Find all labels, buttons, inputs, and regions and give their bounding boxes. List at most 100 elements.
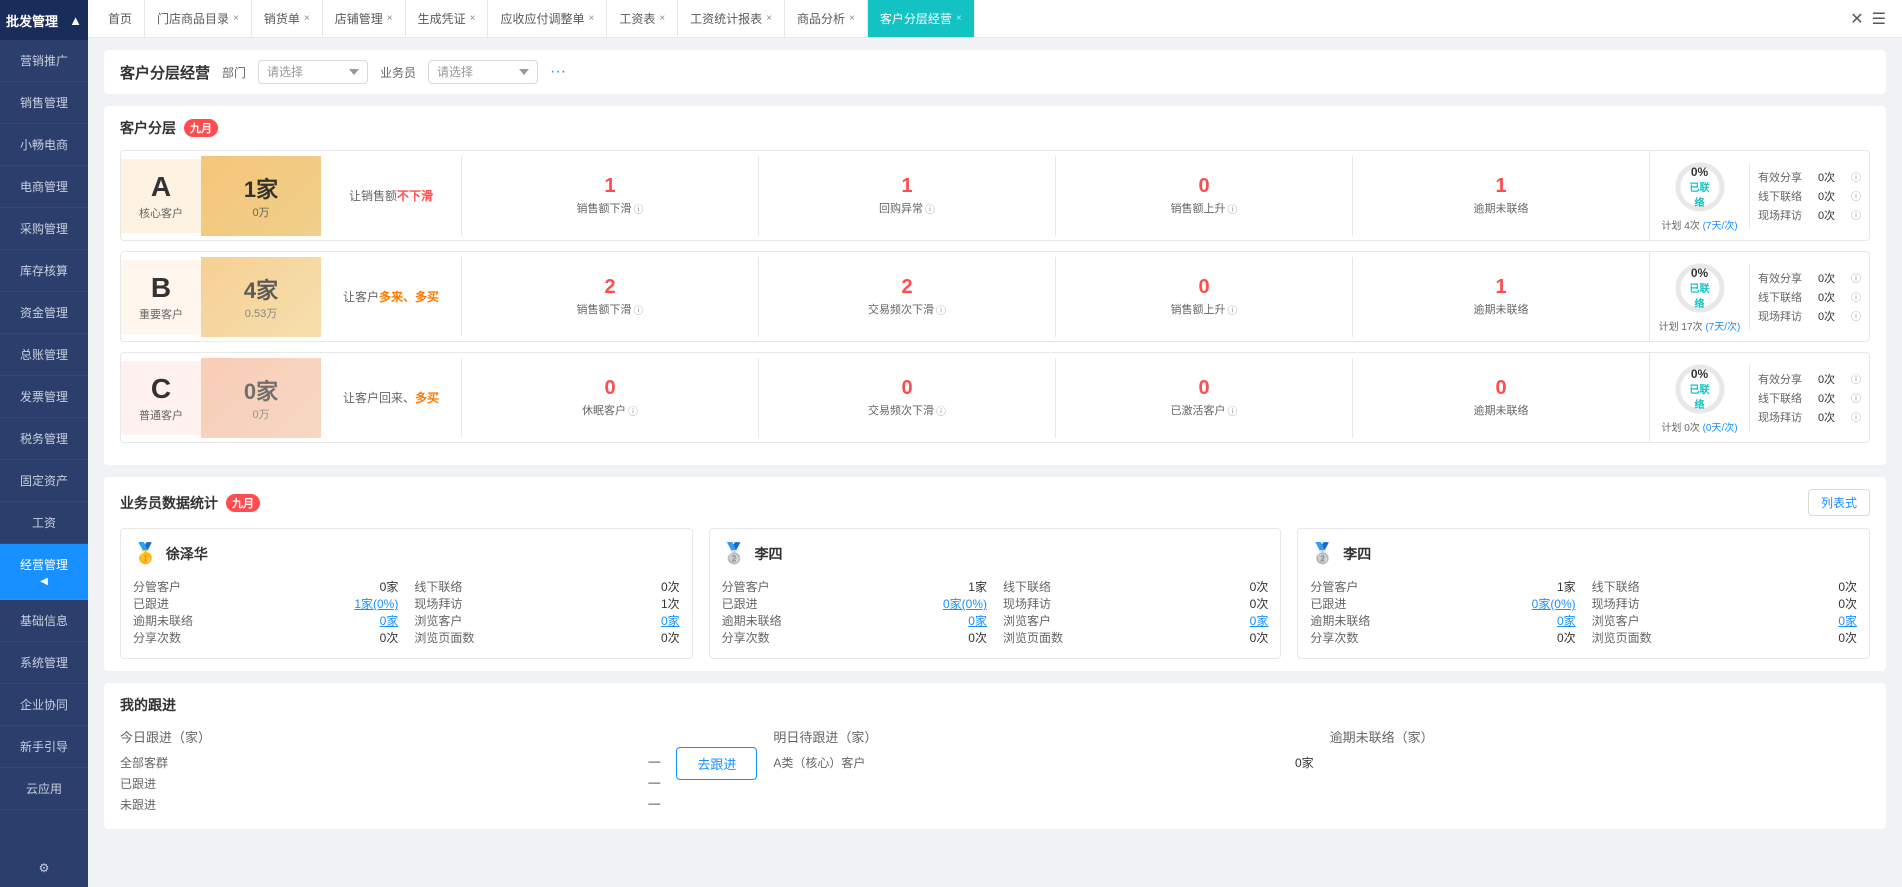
sidebar-logo-text: 批发管理 [6, 11, 58, 30]
sidebar-item-assets[interactable]: 固定资产 [0, 460, 88, 502]
info-icon[interactable]: ⓘ [936, 302, 946, 317]
info-icon[interactable]: ⓘ [1851, 289, 1861, 305]
info-icon[interactable]: ⓘ [1851, 390, 1861, 406]
biz-month-badge: 九月 [226, 494, 260, 512]
tab-store-products[interactable]: 门店商品目录 × [145, 0, 252, 38]
sidebar-item-finance[interactable]: 资金管理 [0, 292, 88, 334]
sidebar-item-invoice[interactable]: 发票管理 [0, 376, 88, 418]
tab-menu-icon[interactable]: ☰ [1872, 9, 1886, 29]
biz-name-2: 李四 [1343, 544, 1371, 564]
info-icon[interactable]: ⓘ [1228, 201, 1238, 216]
sidebar-item-system[interactable]: 系统管理 [0, 642, 88, 684]
sidebar-item-sales[interactable]: 销售管理 [0, 82, 88, 124]
tab-home[interactable]: 首页 [96, 0, 145, 38]
tier-b-stat-1[interactable]: 2 交易频次下滑ⓘ [759, 257, 1056, 337]
followup-row: 未跟进 — [120, 796, 660, 813]
info-icon[interactable]: ⓘ [1228, 403, 1238, 418]
info-icon[interactable]: ⓘ [925, 201, 935, 216]
info-icon[interactable]: ⓘ [936, 403, 946, 418]
biz-cards-grid: 🥇 徐泽华 分管客户 0家 已跟进 1家(0%) [120, 528, 1870, 659]
biz-card-0: 🥇 徐泽华 分管客户 0家 已跟进 1家(0%) [120, 528, 693, 659]
info-icon[interactable]: ⓘ [1228, 302, 1238, 317]
sidebar-item-ecommerce-small[interactable]: 小畅电商 [0, 124, 88, 166]
tier-c-stat-0[interactable]: 0 休眠客户ⓘ [462, 358, 759, 438]
tier-b-circle: 0% 已联络 计划 17次 (7天/次) [1649, 252, 1749, 341]
tab-payroll-report[interactable]: 工资统计报表 × [678, 0, 785, 38]
tab-voucher[interactable]: 生成凭证 × [406, 0, 489, 38]
tier-a-stat-0[interactable]: 1 销售额下滑ⓘ [462, 156, 759, 236]
sidebar-settings[interactable]: ⚙ [0, 849, 88, 887]
info-icon[interactable]: ⓘ [1851, 207, 1861, 223]
tier-a-stats: 1 销售额下滑ⓘ 1 回购异常ⓘ 0 销售额上升ⓘ 1 逾期未联络 [461, 156, 1649, 236]
tab-product-analysis[interactable]: 商品分析 × [785, 0, 868, 38]
info-icon[interactable]: ⓘ [634, 302, 644, 317]
tier-a-stat-3[interactable]: 1 逾期未联络 [1353, 156, 1649, 236]
tab-close-product-analysis[interactable]: × [849, 13, 855, 24]
sidebar-item-marketing[interactable]: 营销推广 [0, 40, 88, 82]
info-icon[interactable]: ⓘ [1851, 270, 1861, 286]
tier-b-side-stats: 有效分享 0次 ⓘ 线下联络 0次 ⓘ 现场拜访 0次 ⓘ [1749, 264, 1869, 330]
followup-grid: 今日跟进（家） 全部客群 — 已跟进 — 未跟进 — 去跟进 [120, 727, 1870, 817]
biz-stat-row: 逾期未联络 0家 [722, 612, 987, 629]
staff-select[interactable]: 请选择 [428, 60, 538, 84]
sidebar-item-guide[interactable]: 新手引导 [0, 726, 88, 768]
sidebar-item-ledger[interactable]: 总账管理 [0, 334, 88, 376]
tier-c-suggestion: 让客户回来、多买 [321, 358, 461, 438]
tier-a-stat-1[interactable]: 1 回购异常ⓘ [759, 156, 1056, 236]
sidebar-collapse-icon[interactable]: ▲ [69, 13, 82, 28]
info-icon[interactable]: ⓘ [1851, 371, 1861, 387]
dept-select[interactable]: 请选择 [258, 60, 368, 84]
sidebar-item-management[interactable]: 经营管理 ◀ [0, 544, 88, 600]
sidebar-item-purchase[interactable]: 采购管理 [0, 208, 88, 250]
info-icon[interactable]: ⓘ [634, 201, 644, 216]
tab-close-customer-tier[interactable]: × [956, 13, 962, 24]
sidebar-item-base[interactable]: 基础信息 [0, 600, 88, 642]
biz-card-2: 🥈 李四 分管客户 1家 已跟进 0家(0%) [1297, 528, 1870, 659]
tier-b-suggestion: 让客户多来、多买 [321, 257, 461, 337]
tier-a-suggestion: 让销售额不下滑 [321, 156, 461, 236]
tab-close-voucher[interactable]: × [470, 13, 476, 24]
tab-payroll[interactable]: 工资表 × [607, 0, 678, 38]
tier-c-stat-3[interactable]: 0 逾期未联络 [1353, 358, 1649, 438]
tier-a-count[interactable]: 1家 0万 [201, 156, 321, 236]
info-icon[interactable]: ⓘ [628, 403, 638, 418]
more-filters-btn[interactable]: ··· [550, 64, 566, 80]
sidebar-item-tax[interactable]: 税务管理 [0, 418, 88, 460]
tier-b-stat-3[interactable]: 1 逾期未联络 [1353, 257, 1649, 337]
tier-c-stat-2[interactable]: 0 已激活客户ⓘ [1056, 358, 1353, 438]
info-icon[interactable]: ⓘ [1851, 188, 1861, 204]
followup-go-btn[interactable]: 去跟进 [676, 747, 757, 780]
tier-a-label: A 核心客户 [121, 159, 201, 233]
info-icon[interactable]: ⓘ [1851, 409, 1861, 425]
tab-close-payroll-report[interactable]: × [766, 13, 772, 24]
tab-store-mgmt[interactable]: 店铺管理 × [323, 0, 406, 38]
biz-stat-row: 分享次数 0次 [1310, 629, 1575, 646]
sidebar-item-collab[interactable]: 企业协同 [0, 684, 88, 726]
sidebar-item-payroll[interactable]: 工资 [0, 502, 88, 544]
sidebar-item-cloud[interactable]: 云应用 [0, 768, 88, 810]
tab-close-sales-order[interactable]: × [304, 13, 310, 24]
tier-row-a: A 核心客户 1家 0万 让销售额不下滑 1 销售额下滑ⓘ 1 [120, 150, 1870, 241]
tier-c-count[interactable]: 0家 0万 [201, 358, 321, 438]
tier-b-stat-0[interactable]: 2 销售额下滑ⓘ [462, 257, 759, 337]
tab-close-store-mgmt[interactable]: × [387, 13, 393, 24]
tier-b-stat-2[interactable]: 0 销售额上升ⓘ [1056, 257, 1353, 337]
tab-customer-tier[interactable]: 客户分层经营 × [868, 0, 975, 38]
sidebar-item-inventory[interactable]: 库存核算 [0, 250, 88, 292]
tier-c-stat-1[interactable]: 0 交易频次下滑ⓘ [759, 358, 1056, 438]
page-header: 客户分层经营 部门 请选择 业务员 请选择 ··· [104, 50, 1886, 94]
tier-a-stat-2[interactable]: 0 销售额上升ⓘ [1056, 156, 1353, 236]
tab-close-all-icon[interactable]: ✕ [1850, 9, 1863, 29]
info-icon[interactable]: ⓘ [1851, 308, 1861, 324]
tab-adjustment[interactable]: 应收应付调整单 × [488, 0, 607, 38]
tab-close-adjustment[interactable]: × [588, 13, 594, 24]
list-view-btn[interactable]: 列表式 [1808, 489, 1870, 516]
tab-close-payroll[interactable]: × [659, 13, 665, 24]
tab-sales-order[interactable]: 销货单 × [252, 0, 323, 38]
tier-b-count[interactable]: 4家 0.53万 [201, 257, 321, 337]
content-area: 客户分层经营 部门 请选择 业务员 请选择 ··· 客户分层 九月 A 核心客户 [88, 38, 1902, 887]
tab-close-store-products[interactable]: × [233, 13, 239, 24]
sidebar-item-ecommerce[interactable]: 电商管理 [0, 166, 88, 208]
info-icon[interactable]: ⓘ [1851, 169, 1861, 185]
followup-go-btn-wrapper: 去跟进 [676, 727, 757, 780]
